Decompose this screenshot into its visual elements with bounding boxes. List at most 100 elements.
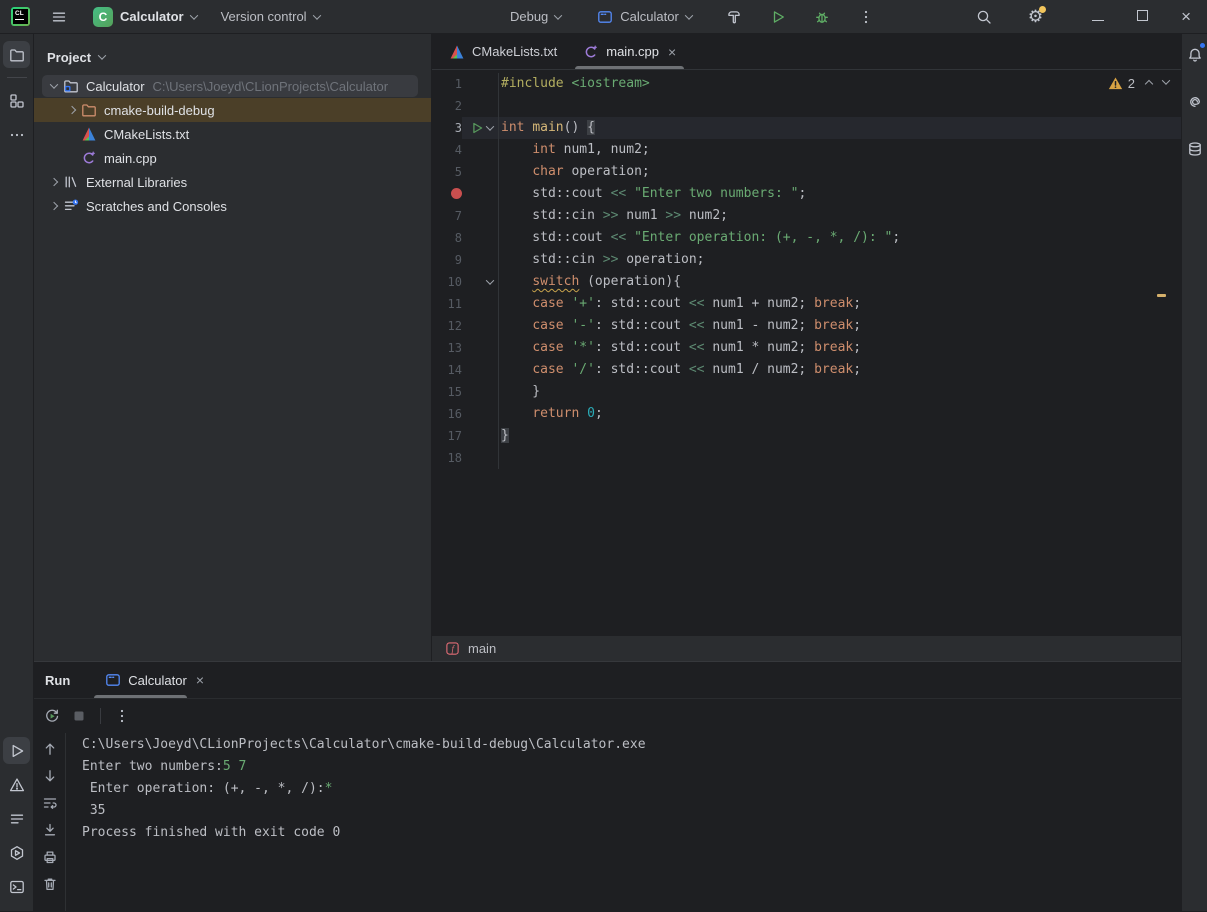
scroll-to-end-button[interactable] (42, 822, 58, 838)
code-line-5[interactable]: 5 char operation; (432, 161, 1181, 183)
editor-tab-main-cpp[interactable]: main.cpp × (570, 34, 689, 69)
line-number[interactable]: 11 (432, 293, 462, 315)
project-panel-header[interactable]: Project (34, 34, 431, 74)
tree-item-cmakelists-txt[interactable]: CMakeLists.txt (34, 122, 431, 146)
main-menu-button[interactable] (44, 4, 74, 30)
ai-icon (1187, 94, 1203, 110)
code-line-9[interactable]: 9 std::cin >> operation; (432, 249, 1181, 271)
build-button[interactable] (719, 4, 749, 30)
tree-item-main-cpp[interactable]: main.cpp (34, 146, 431, 170)
code-line-2[interactable]: 2 (432, 95, 1181, 117)
tool-problems-button[interactable] (3, 771, 30, 798)
line-number[interactable]: 3 (432, 117, 462, 139)
code-line-4[interactable]: 4 int num1, num2; (432, 139, 1181, 161)
tree-item-calculator[interactable]: Calculator C:\Users\Joeyd\CLionProjects\C… (34, 74, 431, 98)
close-tab-button[interactable]: × (668, 45, 676, 59)
tree-item-external-libraries[interactable]: External Libraries (34, 170, 431, 194)
code-line-1[interactable]: 1 #include <iostream> (432, 73, 1181, 95)
vcs-widget[interactable]: Version control (214, 4, 327, 30)
code-line-15[interactable]: 15 } (432, 381, 1181, 403)
code-line-13[interactable]: 13 case '*': std::cout << num1 * num2; b… (432, 337, 1181, 359)
run-gutter-icon[interactable] (471, 122, 483, 134)
line-number[interactable]: 13 (432, 337, 462, 359)
line-number[interactable] (432, 183, 462, 205)
scroll-up-button[interactable] (42, 741, 58, 757)
line-number[interactable]: 2 (432, 95, 462, 117)
debug-button[interactable] (807, 4, 837, 30)
code-line-8[interactable]: 8 std::cout << "Enter operation: (+, -, … (432, 227, 1181, 249)
run-configuration-selector[interactable]: Calculator (590, 4, 699, 30)
clear-all-button[interactable] (42, 876, 58, 892)
code-line-17[interactable]: 17} (432, 425, 1181, 447)
debug-mode-selector[interactable]: Debug (503, 4, 568, 30)
console-output[interactable]: C:\Users\Joeyd\CLionProjects\Calculator\… (66, 733, 1181, 911)
line-number[interactable]: 16 (432, 403, 462, 425)
code-line-11[interactable]: 11 case '+': std::cout << num1 + num2; b… (432, 293, 1181, 315)
tool-more-button[interactable] (3, 121, 30, 148)
rerun-button[interactable] (44, 708, 60, 724)
ai-assistant-button[interactable] (1181, 88, 1207, 115)
code-line-18[interactable]: 18 (432, 447, 1181, 469)
more-options-button[interactable] (114, 708, 130, 724)
run-button[interactable] (763, 4, 793, 30)
line-number[interactable]: 17 (432, 425, 462, 447)
fold-chevron-icon[interactable] (485, 276, 495, 285)
close-run-tab-button[interactable]: × (196, 673, 204, 687)
tool-terminal-button[interactable] (3, 873, 30, 900)
code-line-12[interactable]: 12 case '-': std::cout << num1 - num2; b… (432, 315, 1181, 337)
tree-item-label: CMakeLists.txt (104, 126, 190, 142)
settings-button[interactable]: ⚙ (1021, 4, 1050, 30)
project-widget[interactable]: C Calculator (86, 4, 204, 30)
more-actions-button[interactable] (851, 4, 881, 30)
notifications-button[interactable] (1181, 41, 1207, 68)
line-number[interactable]: 10 (432, 271, 462, 293)
line-number[interactable]: 14 (432, 359, 462, 381)
tree-item-cmake-build-debug[interactable]: cmake-build-debug (34, 98, 431, 122)
run-tab-calculator[interactable]: Calculator × (94, 662, 212, 698)
inspections-widget[interactable]: 2 (1108, 76, 1171, 91)
chevron-right-icon[interactable] (67, 105, 77, 115)
fold-chevron-icon[interactable] (485, 122, 495, 131)
code-line-7[interactable]: 7 std::cin >> num1 >> num2; (432, 205, 1181, 227)
line-number[interactable]: 1 (432, 73, 462, 95)
stop-button[interactable] (71, 708, 87, 724)
print-button[interactable] (42, 849, 58, 865)
chevron-right-icon[interactable] (49, 201, 59, 211)
tool-run-button[interactable] (3, 737, 30, 764)
tree-item-scratches-and-consoles[interactable]: Scratches and Consoles (34, 194, 431, 218)
line-number[interactable]: 4 (432, 139, 462, 161)
chevron-down-icon[interactable] (49, 80, 59, 89)
line-number[interactable]: 12 (432, 315, 462, 337)
line-number[interactable]: 18 (432, 447, 462, 469)
breakpoint-icon[interactable] (451, 188, 462, 199)
code-line-14[interactable]: 14 case '/': std::cout << num1 / num2; b… (432, 359, 1181, 381)
chevron-down-icon[interactable] (1161, 76, 1171, 85)
editor-tab-cmakelists-txt[interactable]: CMakeLists.txt (436, 34, 570, 69)
warning-stripe-mark[interactable] (1157, 294, 1166, 297)
line-number[interactable]: 9 (432, 249, 462, 271)
code-line-6[interactable]: std::cout << "Enter two numbers: "; (432, 183, 1181, 205)
close-button[interactable]: × (1181, 8, 1191, 25)
soft-wrap-button[interactable] (42, 795, 58, 811)
tool-project-button[interactable] (3, 41, 30, 68)
chevron-right-icon[interactable] (49, 177, 59, 187)
tool-todo-button[interactable] (3, 805, 30, 832)
maximize-button[interactable] (1137, 9, 1149, 24)
tool-services-button[interactable] (3, 839, 30, 866)
minimize-button[interactable] (1092, 9, 1105, 24)
line-number[interactable]: 5 (432, 161, 462, 183)
scroll-down-button[interactable] (42, 768, 58, 784)
line-number[interactable]: 15 (432, 381, 462, 403)
code-line-10[interactable]: 10 switch (operation){ (432, 271, 1181, 293)
chevron-up-icon[interactable] (1144, 79, 1154, 88)
line-number[interactable]: 7 (432, 205, 462, 227)
search-everywhere-button[interactable] (969, 4, 999, 30)
code-line-16[interactable]: 16 return 0; (432, 403, 1181, 425)
run-toolbar (34, 699, 1181, 733)
line-number[interactable]: 8 (432, 227, 462, 249)
code-line-3[interactable]: 3 int main() { (432, 117, 1181, 139)
code-editor[interactable]: 1 #include <iostream> 2 3 int main() {4 int… (432, 70, 1181, 635)
database-button[interactable] (1181, 135, 1207, 162)
breadcrumb-item[interactable]: main (468, 641, 496, 656)
tool-structure-button[interactable] (3, 87, 30, 114)
